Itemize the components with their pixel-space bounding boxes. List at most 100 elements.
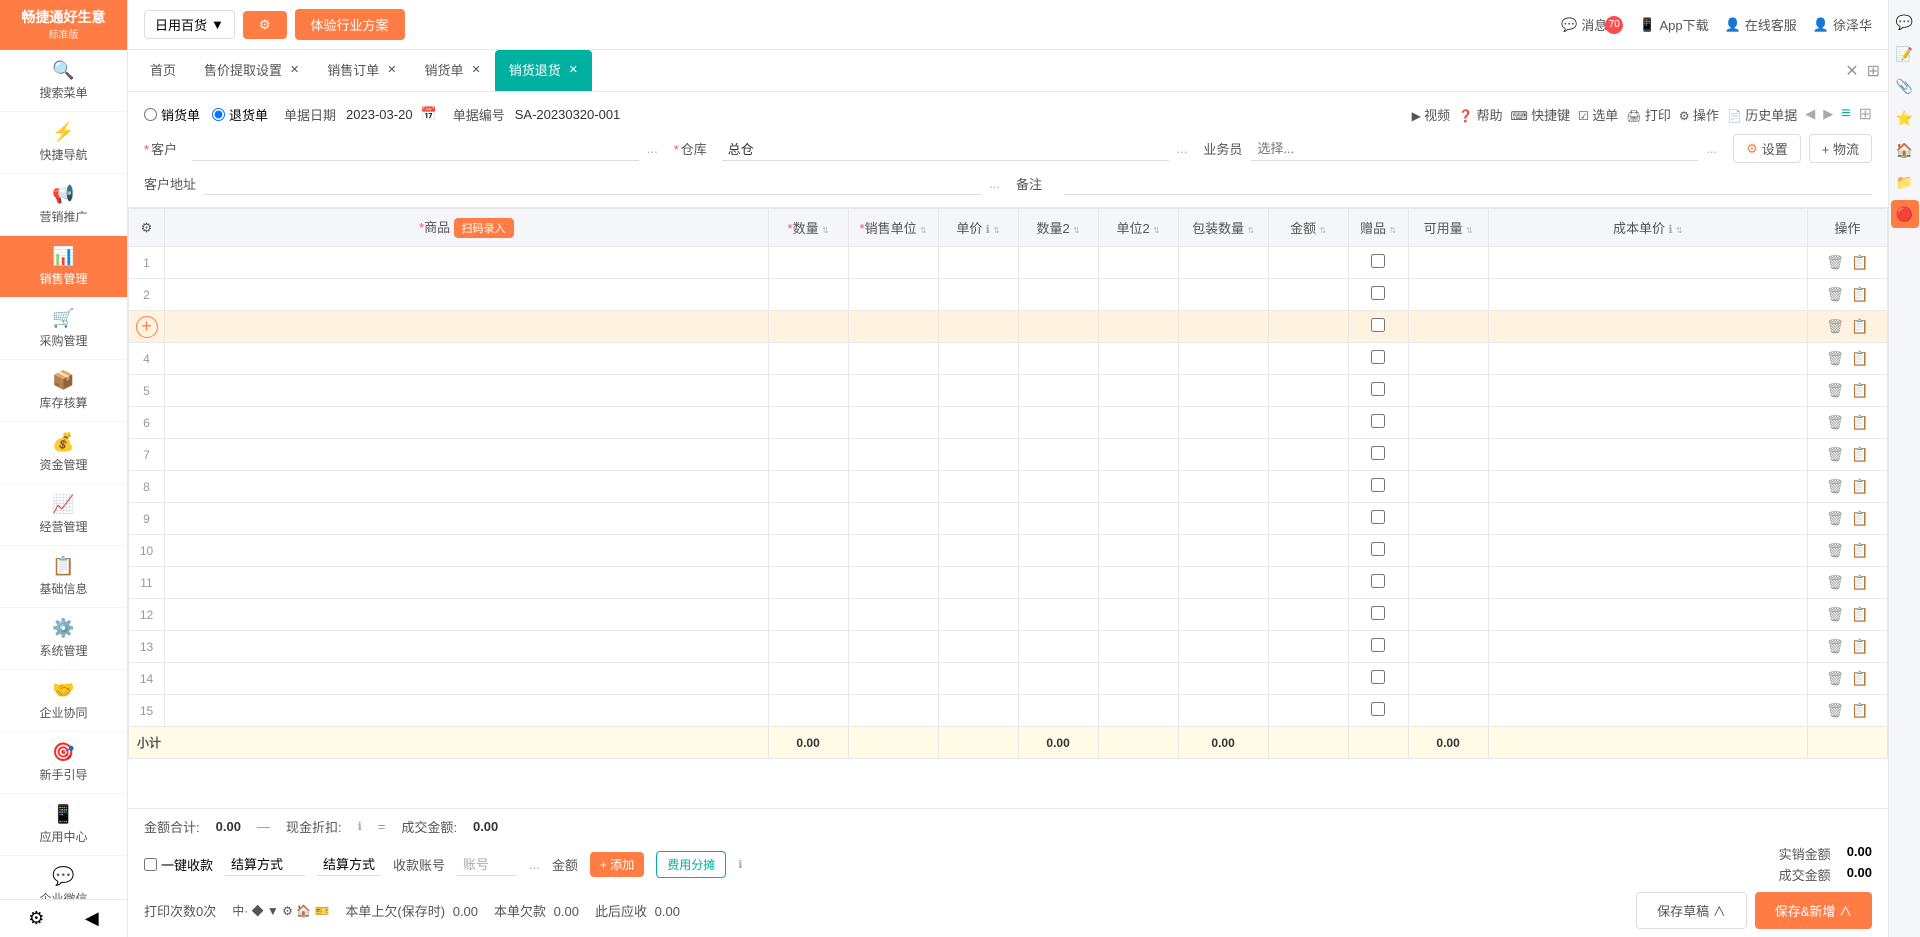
cell-amount-13[interactable] bbox=[1268, 631, 1348, 663]
right-panel-btn-5[interactable]: 🏠 bbox=[1891, 136, 1919, 164]
sidebar-item-guide[interactable]: 🎯 新手引导 bbox=[0, 732, 127, 794]
cell-gift-3[interactable] bbox=[1348, 311, 1408, 343]
cell-available-5[interactable] bbox=[1408, 375, 1488, 407]
quantity2-sort[interactable]: ⇅ bbox=[1073, 227, 1080, 235]
sidebar-item-operations[interactable]: 📈 经营管理 bbox=[0, 484, 127, 546]
right-panel-btn-4[interactable]: ⭐ bbox=[1891, 104, 1919, 132]
tab-sale-order-close[interactable]: ✕ bbox=[387, 63, 396, 76]
cell-cost-price-5[interactable] bbox=[1488, 375, 1807, 407]
cell-quantity-8[interactable] bbox=[768, 471, 848, 503]
cell-quantity2-9[interactable] bbox=[1018, 503, 1098, 535]
staff-input[interactable] bbox=[1251, 137, 1698, 161]
cell-unit-price-11[interactable] bbox=[938, 567, 1018, 599]
prev-record-btn[interactable]: ◀ bbox=[1805, 106, 1815, 122]
delete-row-btn-12[interactable]: 🗑 bbox=[1824, 604, 1846, 625]
delete-row-btn-14[interactable]: 🗑 bbox=[1824, 668, 1846, 689]
delete-row-btn-9[interactable]: 🗑 bbox=[1824, 508, 1846, 529]
cell-sale-unit-15[interactable] bbox=[848, 695, 938, 727]
gift-sort[interactable]: ⇅ bbox=[1389, 227, 1396, 235]
quantity-input-10[interactable] bbox=[775, 543, 842, 558]
staff-select-btn[interactable]: ... bbox=[1706, 141, 1717, 156]
cell-unit2-2[interactable] bbox=[1098, 279, 1178, 311]
tab-sale-return-close[interactable]: ✕ bbox=[569, 63, 578, 76]
quantity-input-14[interactable] bbox=[775, 671, 842, 686]
cell-pack-qty-8[interactable] bbox=[1178, 471, 1268, 503]
cell-cost-price-15[interactable] bbox=[1488, 695, 1807, 727]
cell-available-7[interactable] bbox=[1408, 439, 1488, 471]
cell-unit2-14[interactable] bbox=[1098, 663, 1178, 695]
cell-pack-qty-4[interactable] bbox=[1178, 343, 1268, 375]
cell-product-10[interactable] bbox=[165, 535, 769, 567]
cell-quantity2-5[interactable] bbox=[1018, 375, 1098, 407]
cell-unit2-9[interactable] bbox=[1098, 503, 1178, 535]
delete-row-btn-4[interactable]: 🗑 bbox=[1824, 348, 1846, 369]
gift-checkbox-2[interactable] bbox=[1371, 286, 1385, 300]
history-btn[interactable]: 📄 历史单据 bbox=[1727, 105, 1797, 124]
warehouse-input[interactable] bbox=[722, 137, 1169, 161]
cell-quantity2-4[interactable] bbox=[1018, 343, 1098, 375]
cell-cost-price-2[interactable] bbox=[1488, 279, 1807, 311]
cell-product-4[interactable] bbox=[165, 343, 769, 375]
customer-select-btn[interactable]: ... bbox=[647, 141, 658, 156]
quantity-input-12[interactable] bbox=[775, 607, 842, 622]
cell-quantity2-2[interactable] bbox=[1018, 279, 1098, 311]
product-input-2[interactable] bbox=[171, 287, 762, 302]
cell-unit-price-10[interactable] bbox=[938, 535, 1018, 567]
online-service-btn[interactable]: 👤 在线客服 bbox=[1725, 15, 1797, 34]
cell-quantity2-1[interactable] bbox=[1018, 247, 1098, 279]
delete-row-btn-8[interactable]: 🗑 bbox=[1824, 476, 1846, 497]
calendar-icon[interactable]: 📅 bbox=[421, 106, 437, 122]
unit2-sort[interactable]: ⇅ bbox=[1153, 227, 1160, 235]
industry-select[interactable]: 日用百货 ▼ bbox=[144, 10, 235, 39]
cell-available-14[interactable] bbox=[1408, 663, 1488, 695]
cell-pack-qty-11[interactable] bbox=[1178, 567, 1268, 599]
right-panel-btn-1[interactable]: 💬 bbox=[1891, 8, 1919, 36]
cell-cost-price-10[interactable] bbox=[1488, 535, 1807, 567]
radio-sale-input[interactable] bbox=[144, 108, 157, 121]
product-input-10[interactable] bbox=[171, 543, 762, 558]
cell-unit2-10[interactable] bbox=[1098, 535, 1178, 567]
delete-row-btn-5[interactable]: 🗑 bbox=[1824, 380, 1846, 401]
cell-unit-price-4[interactable] bbox=[938, 343, 1018, 375]
sidebar-item-apps[interactable]: 📱 应用中心 bbox=[0, 794, 127, 856]
cell-amount-1[interactable] bbox=[1268, 247, 1348, 279]
cell-amount-8[interactable] bbox=[1268, 471, 1348, 503]
help-btn[interactable]: ❓ 帮助 bbox=[1458, 105, 1502, 124]
cell-gift-1[interactable] bbox=[1348, 247, 1408, 279]
quantity-input-6[interactable] bbox=[775, 415, 842, 430]
product-input-5[interactable] bbox=[171, 383, 762, 398]
cell-amount-9[interactable] bbox=[1268, 503, 1348, 535]
cell-unit2-5[interactable] bbox=[1098, 375, 1178, 407]
cell-pack-qty-12[interactable] bbox=[1178, 599, 1268, 631]
cell-sale-unit-14[interactable] bbox=[848, 663, 938, 695]
cell-product-13[interactable] bbox=[165, 631, 769, 663]
product-input-7[interactable] bbox=[171, 447, 762, 462]
copy-row-btn-10[interactable]: 📋 bbox=[1849, 540, 1870, 561]
cell-product-11[interactable] bbox=[165, 567, 769, 599]
cell-amount-14[interactable] bbox=[1268, 663, 1348, 695]
sidebar-collapse-icon[interactable]: ◀ bbox=[85, 908, 99, 929]
cell-product-3[interactable] bbox=[165, 311, 769, 343]
customer-input[interactable] bbox=[192, 137, 639, 161]
cell-product-5[interactable] bbox=[165, 375, 769, 407]
cell-pack-qty-6[interactable] bbox=[1178, 407, 1268, 439]
experience-btn[interactable]: 体验行业方案 bbox=[295, 9, 405, 40]
cell-product-7[interactable] bbox=[165, 439, 769, 471]
cell-available-1[interactable] bbox=[1408, 247, 1488, 279]
cell-unit-price-6[interactable] bbox=[938, 407, 1018, 439]
cell-pack-qty-5[interactable] bbox=[1178, 375, 1268, 407]
cell-quantity-10[interactable] bbox=[768, 535, 848, 567]
calc-method-select[interactable]: 结算方式 bbox=[317, 852, 381, 876]
copy-row-btn-3[interactable]: 📋 bbox=[1849, 316, 1870, 337]
cell-product-15[interactable] bbox=[165, 695, 769, 727]
address-select-btn[interactable]: ... bbox=[989, 176, 1000, 191]
cell-cost-price-12[interactable] bbox=[1488, 599, 1807, 631]
th-gear[interactable]: ⚙ bbox=[129, 209, 165, 247]
cell-pack-qty-1[interactable] bbox=[1178, 247, 1268, 279]
settings-icon-btn[interactable]: ⚙ bbox=[243, 11, 287, 39]
unit-price-sort[interactable]: ⇅ bbox=[993, 227, 1000, 235]
delete-row-btn-2[interactable]: 🗑 bbox=[1824, 284, 1846, 305]
sidebar-item-search[interactable]: 🔍 搜索菜单 bbox=[0, 50, 127, 112]
cell-pack-qty-2[interactable] bbox=[1178, 279, 1268, 311]
copy-row-btn-9[interactable]: 📋 bbox=[1849, 508, 1870, 529]
